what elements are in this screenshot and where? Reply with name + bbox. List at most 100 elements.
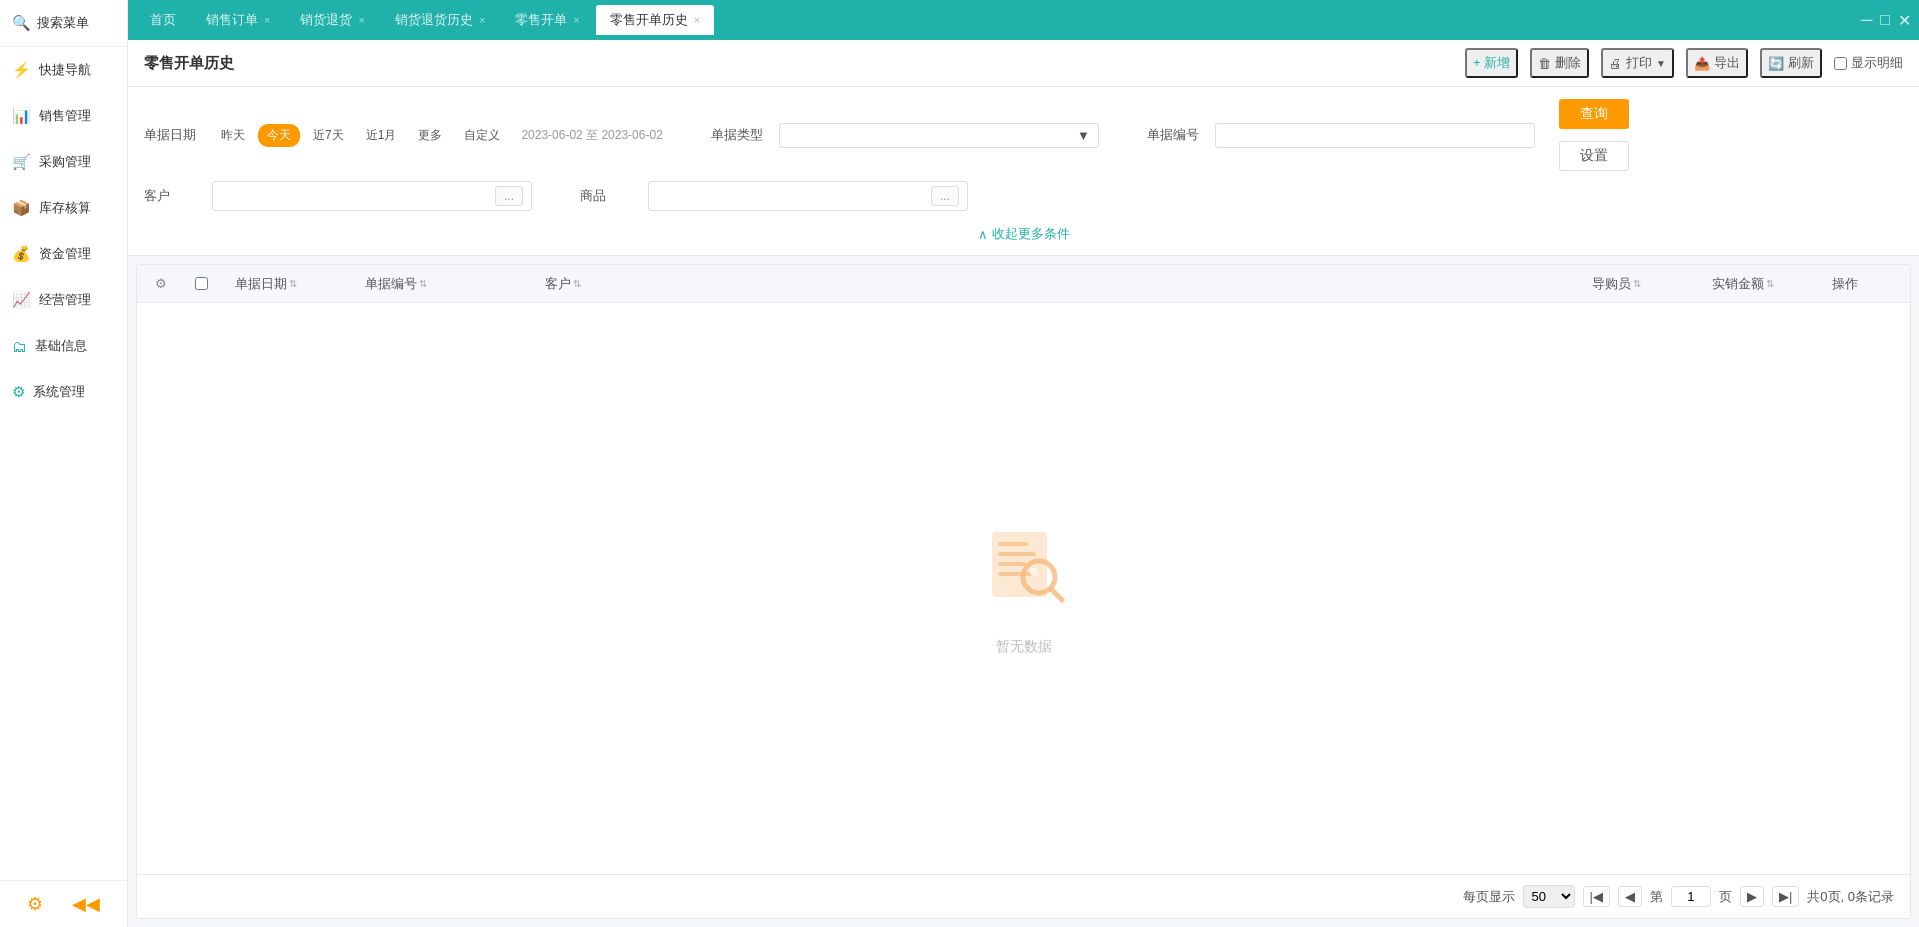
customer-dots-btn[interactable]: ...: [495, 186, 523, 206]
window-close-icon[interactable]: ✕: [1898, 11, 1911, 30]
delete-button[interactable]: 🗑 删除: [1530, 48, 1589, 78]
close-tab-retail-open[interactable]: ×: [573, 14, 579, 26]
window-min-icon[interactable]: ─: [1861, 11, 1872, 29]
pagination-bar: 每页显示 50 20 100 |◀ ◀ 第 页 ▶ ▶| 共0页, 0条记录: [137, 874, 1910, 918]
th-action-label: 操作: [1832, 275, 1858, 293]
settings-icon[interactable]: ⚙: [27, 893, 43, 915]
tab-home[interactable]: 首页: [136, 5, 190, 35]
refresh-icon: 🔄: [1768, 56, 1784, 71]
search-menu[interactable]: 🔍 搜索菜单: [0, 0, 127, 47]
sidebar-item-purchase-mgmt[interactable]: 🛒 采购管理: [0, 139, 127, 185]
product-dots-btn[interactable]: ...: [931, 186, 959, 206]
system-mgmt-icon: ⚙: [12, 383, 25, 401]
th-customer-label: 客户: [545, 275, 571, 293]
sidebar-item-operation[interactable]: 📈 经营管理: [0, 277, 127, 323]
nav-label: 系统管理: [33, 383, 85, 401]
per-page-select[interactable]: 50 20 100: [1523, 885, 1575, 908]
th-number[interactable]: 单据编号 ⇅: [355, 267, 535, 301]
close-tab-sales-return-history[interactable]: ×: [479, 14, 485, 26]
display-detail-label: 显示明细: [1851, 54, 1903, 72]
page-summary: 共0页, 0条记录: [1807, 888, 1894, 906]
close-tab-retail-open-history[interactable]: ×: [694, 14, 700, 26]
sidebar: 🔍 搜索菜单 ⚡ 快捷导航 📊 销售管理 🛒 采购管理 📦 库存核算 💰 资金管…: [0, 0, 128, 927]
custom-btn[interactable]: 自定义: [455, 124, 509, 147]
sidebar-nav: ⚡ 快捷导航 📊 销售管理 🛒 采购管理 📦 库存核算 💰 资金管理 📈 经营管…: [0, 47, 127, 880]
display-detail-checkbox[interactable]: 显示明细: [1834, 54, 1903, 72]
window-max-icon[interactable]: □: [1880, 11, 1890, 29]
purchase-mgmt-icon: 🛒: [12, 153, 31, 171]
setting-button[interactable]: 设置: [1559, 141, 1629, 171]
close-tab-sales-return[interactable]: ×: [358, 14, 364, 26]
print-label: 打印: [1626, 54, 1652, 72]
doc-type-dropdown-icon: ▼: [1077, 128, 1090, 143]
sort-number-icon: ⇅: [419, 278, 427, 289]
doc-type-label: 单据类型: [711, 126, 771, 144]
sidebar-item-quick-nav[interactable]: ⚡ 快捷导航: [0, 47, 127, 93]
prev-page-btn[interactable]: ◀: [1618, 886, 1642, 907]
table-header: ⚙ 单据日期 ⇅ 单据编号 ⇅ 客户 ⇅ 导购员 ⇅: [137, 265, 1910, 303]
tab-retail-open-history[interactable]: 零售开单历史 ×: [596, 5, 714, 35]
basic-info-icon: 🗂: [12, 338, 27, 355]
add-button[interactable]: + 新增: [1465, 48, 1518, 78]
page-label: 第: [1650, 888, 1663, 906]
display-detail-input[interactable]: [1834, 57, 1847, 70]
tab-home-label: 首页: [150, 11, 176, 29]
svg-rect-2: [998, 552, 1036, 556]
sort-guide-icon: ⇅: [1633, 278, 1641, 289]
sidebar-item-sales-mgmt[interactable]: 📊 销售管理: [0, 93, 127, 139]
collapse-icon[interactable]: ◀◀: [72, 893, 100, 915]
tab-retail-open[interactable]: 零售开单 ×: [501, 5, 593, 35]
doc-num-label: 单据编号: [1147, 126, 1207, 144]
last1month-btn[interactable]: 近1月: [357, 124, 406, 147]
filter-panel: 单据日期 昨天 今天 近7天 近1月 更多 自定义 2023-06-02 至 2…: [128, 87, 1919, 256]
page-input[interactable]: [1671, 886, 1711, 907]
today-btn[interactable]: 今天: [258, 124, 300, 147]
collapse-more-btn[interactable]: ∧ 收起更多条件: [144, 221, 1903, 243]
customer-select[interactable]: ...: [212, 181, 532, 211]
th-number-label: 单据编号: [365, 275, 417, 293]
tab-sales-return-history[interactable]: 销货退货历史 ×: [381, 5, 499, 35]
trash-icon: 🗑: [1538, 56, 1551, 71]
quick-nav-icon: ⚡: [12, 61, 31, 79]
doc-type-select[interactable]: ▼: [779, 123, 1099, 148]
query-button[interactable]: 查询: [1559, 99, 1629, 129]
refresh-button[interactable]: 🔄 刷新: [1760, 48, 1822, 78]
product-select[interactable]: ...: [648, 181, 968, 211]
export-button[interactable]: 📤 导出: [1686, 48, 1748, 78]
last-page-btn[interactable]: ▶|: [1772, 886, 1799, 907]
tab-sales-return[interactable]: 销货退货 ×: [286, 5, 378, 35]
nav-label: 快捷导航: [39, 61, 91, 79]
sidebar-item-inventory[interactable]: 📦 库存核算: [0, 185, 127, 231]
tab-sales-return-history-label: 销货退货历史: [395, 11, 473, 29]
th-date[interactable]: 单据日期 ⇅: [225, 267, 355, 301]
svg-line-6: [1051, 589, 1062, 600]
next-page-btn[interactable]: ▶: [1740, 886, 1764, 907]
yesterday-btn[interactable]: 昨天: [212, 124, 254, 147]
table-body: 暂无数据: [137, 303, 1910, 874]
th-guide[interactable]: 导购员 ⇅: [1582, 267, 1702, 301]
select-all-checkbox[interactable]: [195, 277, 208, 290]
doc-num-input[interactable]: [1215, 123, 1535, 148]
data-table: ⚙ 单据日期 ⇅ 单据编号 ⇅ 客户 ⇅ 导购员 ⇅: [136, 264, 1911, 919]
sidebar-item-system-mgmt[interactable]: ⚙ 系统管理: [0, 369, 127, 415]
sidebar-item-finance[interactable]: 💰 资金管理: [0, 231, 127, 277]
page-end-label: 页: [1719, 888, 1732, 906]
refresh-label: 刷新: [1788, 54, 1814, 72]
tab-sales-order[interactable]: 销售订单 ×: [192, 5, 284, 35]
column-settings-btn[interactable]: ⚙: [145, 268, 185, 299]
sort-date-icon: ⇅: [289, 278, 297, 289]
sidebar-bottom: ⚙ ◀◀: [0, 880, 127, 927]
close-tab-sales-order[interactable]: ×: [264, 14, 270, 26]
nav-label: 资金管理: [39, 245, 91, 263]
date-range-display: 2023-06-02 至 2023-06-02: [521, 127, 662, 144]
th-customer[interactable]: 客户 ⇅: [535, 267, 1582, 301]
print-button[interactable]: 🖨 打印 ▼: [1601, 48, 1674, 78]
more-btn[interactable]: 更多: [409, 124, 451, 147]
th-amount[interactable]: 实销金额 ⇅: [1702, 267, 1822, 301]
product-label: 商品: [580, 187, 640, 205]
last7days-btn[interactable]: 近7天: [304, 124, 353, 147]
th-guide-label: 导购员: [1592, 275, 1631, 293]
tab-retail-open-label: 零售开单: [515, 11, 567, 29]
sidebar-item-basic-info[interactable]: 🗂 基础信息: [0, 323, 127, 369]
first-page-btn[interactable]: |◀: [1583, 886, 1610, 907]
